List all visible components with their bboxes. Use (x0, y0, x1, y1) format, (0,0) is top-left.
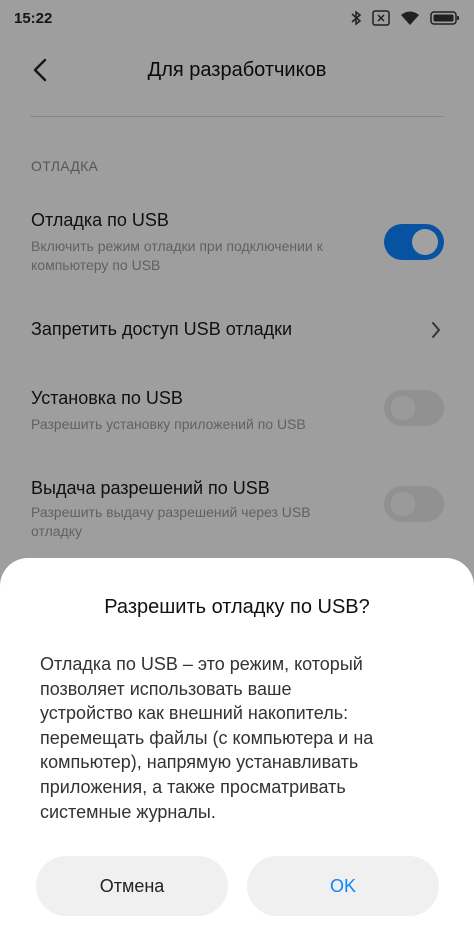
dialog-message-line: позволяет использовать ваше (40, 678, 292, 699)
dialog-message-line: компьютер), напрямую устанавливать (40, 752, 359, 773)
dialog-message-line: системные журналы. (40, 801, 216, 822)
dialog-message-line: Отладка по USB – это режим, который (40, 654, 363, 674)
dialog-message-line: перемещать файлы (с компьютера и на (40, 727, 374, 748)
ok-button[interactable]: OK (247, 856, 439, 916)
dialog-message: Отладка по USB – это режим, который позв… (40, 652, 440, 824)
cancel-button[interactable]: Отмена (36, 856, 228, 916)
dialog-title: Разрешить отладку по USB? (104, 596, 370, 618)
dialog-message-line: устройство как внешний накопитель: (40, 703, 349, 724)
usb-debugging-dialog: Разрешить отладку по USB? Отладка по USB… (0, 558, 474, 948)
dialog-message-line: приложения, а также просматривать (40, 776, 346, 797)
